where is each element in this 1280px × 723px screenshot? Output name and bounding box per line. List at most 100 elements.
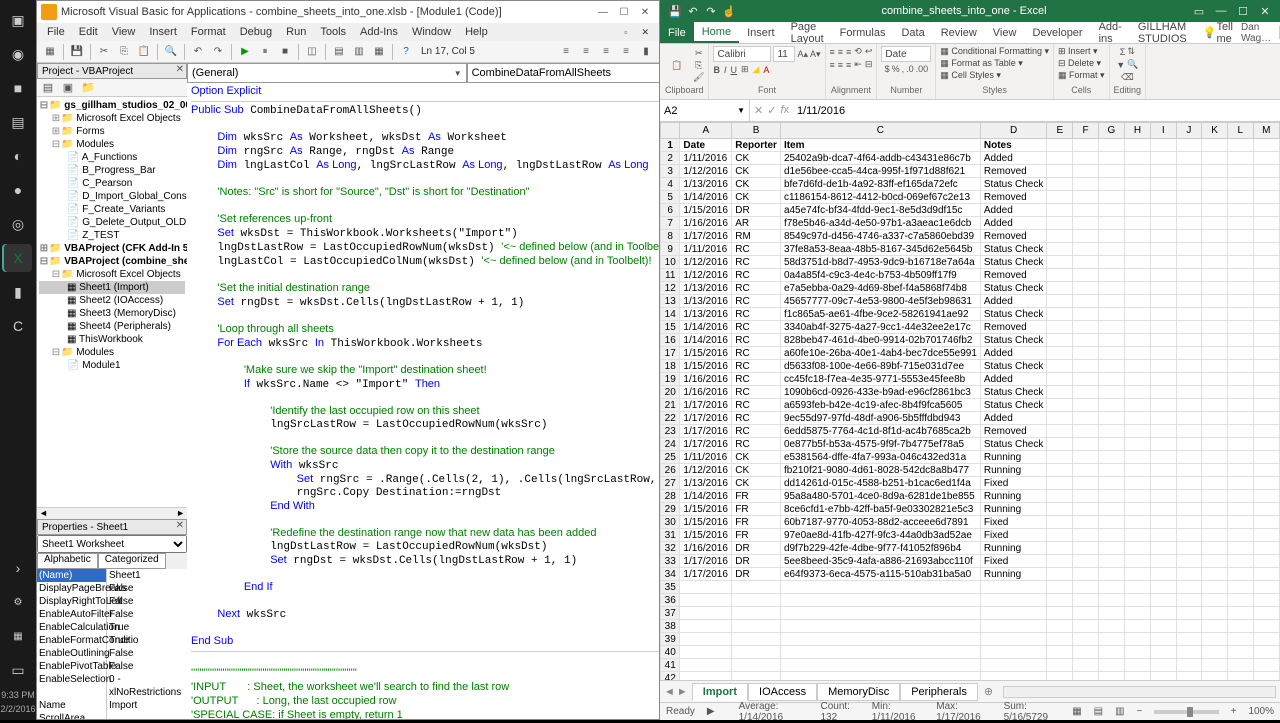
cell[interactable]: [1228, 399, 1254, 412]
cell[interactable]: [1228, 217, 1254, 230]
cell[interactable]: [1202, 412, 1228, 425]
cell[interactable]: [1124, 230, 1150, 243]
tb-copy-icon[interactable]: ⎘: [115, 43, 133, 61]
cell[interactable]: [1253, 243, 1279, 256]
cell[interactable]: [1202, 477, 1228, 490]
cell[interactable]: [1047, 386, 1073, 399]
cell[interactable]: 1/14/2016: [680, 321, 732, 334]
cell[interactable]: [780, 646, 980, 659]
column-header[interactable]: C: [780, 123, 980, 139]
table-row[interactable]: 31/12/2016CKd1e56bee-cca5-44ca-995f-1f97…: [661, 165, 1280, 178]
props-row[interactable]: EnablePivotTableFalse: [37, 660, 187, 673]
cell[interactable]: [1176, 555, 1202, 568]
cell[interactable]: [1253, 334, 1279, 347]
cell[interactable]: [1228, 659, 1254, 672]
cell[interactable]: Fixed: [980, 516, 1046, 529]
cell[interactable]: [1150, 672, 1176, 681]
cell[interactable]: [680, 659, 732, 672]
cell[interactable]: 1/15/2016: [680, 529, 732, 542]
tab-pagelayout[interactable]: Page Layout: [783, 22, 832, 43]
cell[interactable]: RC: [732, 425, 781, 438]
cell[interactable]: [1047, 217, 1073, 230]
cell[interactable]: 1/13/2016: [680, 477, 732, 490]
cell[interactable]: 0e877b5f-b53a-4575-9f9f-7b4775ef78a5: [780, 438, 980, 451]
cell[interactable]: [1124, 165, 1150, 178]
row-header[interactable]: 2: [661, 152, 680, 165]
cell[interactable]: [1176, 139, 1202, 152]
table-row[interactable]: 38: [661, 620, 1280, 633]
cell[interactable]: [1047, 282, 1073, 295]
cell[interactable]: [1253, 308, 1279, 321]
cell[interactable]: [1073, 347, 1099, 360]
cell[interactable]: [1202, 386, 1228, 399]
cell[interactable]: 1/16/2016: [680, 386, 732, 399]
cell[interactable]: 1/17/2016: [680, 412, 732, 425]
cell[interactable]: [1098, 659, 1124, 672]
cell[interactable]: [1176, 165, 1202, 178]
cell[interactable]: [1047, 334, 1073, 347]
tree-scroll-left[interactable]: ◄: [39, 508, 48, 519]
cell[interactable]: Status Check: [980, 178, 1046, 191]
tb-save-icon[interactable]: 💾: [68, 43, 86, 61]
cell[interactable]: [1124, 464, 1150, 477]
cell[interactable]: 1/15/2016: [680, 503, 732, 516]
cell[interactable]: CK: [732, 464, 781, 477]
cell[interactable]: [1150, 295, 1176, 308]
cell[interactable]: [1176, 542, 1202, 555]
cell[interactable]: CK: [732, 451, 781, 464]
column-header[interactable]: A: [680, 123, 732, 139]
cell[interactable]: Running: [980, 464, 1046, 477]
cell[interactable]: [1150, 282, 1176, 295]
cell[interactable]: Running: [980, 503, 1046, 516]
cell[interactable]: AR: [732, 217, 781, 230]
delete-cells-button[interactable]: ⊟ Delete ▾: [1058, 58, 1101, 69]
row-header[interactable]: 4: [661, 178, 680, 191]
number-format-select[interactable]: Date: [881, 46, 931, 62]
row-header[interactable]: 24: [661, 438, 680, 451]
cell[interactable]: [1150, 568, 1176, 581]
cell[interactable]: Item: [780, 139, 980, 152]
cell[interactable]: Status Check: [980, 282, 1046, 295]
cell[interactable]: [1047, 191, 1073, 204]
cell[interactable]: [1228, 230, 1254, 243]
tb-redo-icon[interactable]: ↷: [209, 43, 227, 61]
cell[interactable]: [1150, 542, 1176, 555]
cell[interactable]: [1124, 438, 1150, 451]
cell[interactable]: [1253, 438, 1279, 451]
cell[interactable]: Notes: [980, 139, 1046, 152]
cell[interactable]: [1150, 399, 1176, 412]
cell[interactable]: [1073, 373, 1099, 386]
menu-help[interactable]: Help: [459, 26, 494, 38]
cell[interactable]: [1047, 581, 1073, 594]
cell[interactable]: [1228, 191, 1254, 204]
cell[interactable]: [1202, 347, 1228, 360]
cell[interactable]: [1124, 204, 1150, 217]
cell[interactable]: [1150, 386, 1176, 399]
cell[interactable]: [1176, 568, 1202, 581]
cell[interactable]: [1150, 204, 1176, 217]
cell[interactable]: [1047, 594, 1073, 607]
cell[interactable]: Status Check: [980, 243, 1046, 256]
menu-view[interactable]: View: [106, 26, 142, 38]
cell[interactable]: [1124, 178, 1150, 191]
cell[interactable]: 1/15/2016: [680, 204, 732, 217]
cell[interactable]: [1202, 633, 1228, 646]
cell[interactable]: 95a8a480-5701-4ce0-8d9a-6281de1be855: [780, 490, 980, 503]
copy-icon[interactable]: ⎘: [693, 60, 704, 71]
qa-touch-icon[interactable]: ☝: [720, 2, 738, 20]
name-box[interactable]: A2▼: [660, 100, 750, 121]
tree-scroll-right[interactable]: ►: [176, 508, 185, 519]
cell[interactable]: [1176, 204, 1202, 217]
cell[interactable]: Fixed: [980, 555, 1046, 568]
cell[interactable]: RC: [732, 308, 781, 321]
tab-formulas[interactable]: Formulas: [832, 22, 894, 43]
cell[interactable]: Removed: [980, 165, 1046, 178]
tb-find-icon[interactable]: 🔍: [162, 43, 180, 61]
cell[interactable]: RC: [732, 334, 781, 347]
wrap-icon[interactable]: ↩: [865, 46, 873, 57]
cell[interactable]: [1176, 607, 1202, 620]
font-name-select[interactable]: Calibri: [713, 46, 771, 62]
cell[interactable]: [1124, 620, 1150, 633]
row-header[interactable]: 31: [661, 529, 680, 542]
toggle-folders-icon[interactable]: 📁: [79, 79, 97, 97]
